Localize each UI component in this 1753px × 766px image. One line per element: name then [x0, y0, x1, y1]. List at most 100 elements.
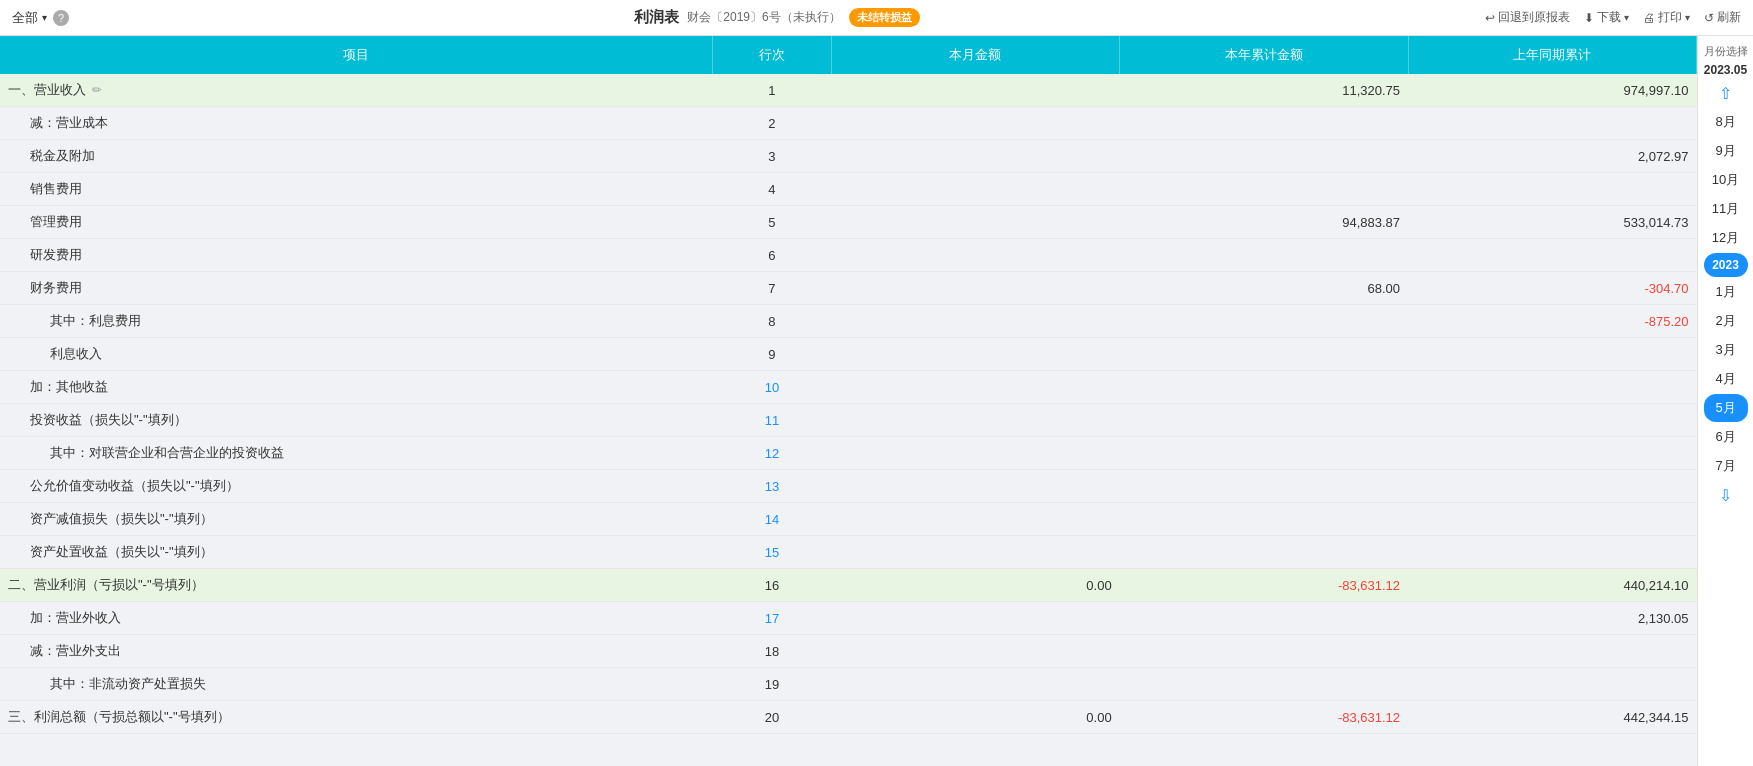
month-item-11[interactable]: 11月	[1704, 195, 1748, 223]
row-item-0: 一、营业收入✏	[0, 74, 713, 107]
scope-select[interactable]: 全部 ▾	[12, 9, 47, 27]
row-item-16: 加：营业外收入	[0, 602, 713, 635]
row-item-8: 利息收入	[0, 338, 713, 371]
col-item-header: 项目	[0, 36, 713, 74]
download-icon: ⬇	[1584, 11, 1594, 25]
row-year-8	[1120, 338, 1408, 371]
row-item-2: 税金及附加	[0, 140, 713, 173]
edit-icon-0[interactable]: ✏	[92, 83, 102, 97]
month-panel-year: 2023.05	[1704, 61, 1747, 79]
row-item-4: 管理费用	[0, 206, 713, 239]
row-month-15: 0.00	[831, 569, 1119, 602]
row-month-5	[831, 239, 1119, 272]
row-month-10	[831, 404, 1119, 437]
row-year-15: -83,631.12	[1120, 569, 1408, 602]
top-bar-left: 全部 ▾ ?	[12, 9, 69, 27]
row-month-1	[831, 107, 1119, 140]
row-year-4: 94,883.87	[1120, 206, 1408, 239]
help-icon[interactable]: ?	[53, 10, 69, 26]
row-num-10[interactable]: 11	[713, 404, 832, 437]
row-month-18	[831, 668, 1119, 701]
row-num-9[interactable]: 10	[713, 371, 832, 404]
row-item-7: 其中：利息费用	[0, 305, 713, 338]
row-item-5: 研发费用	[0, 239, 713, 272]
row-prev-8	[1408, 338, 1696, 371]
row-prev-2: 2,072.97	[1408, 140, 1696, 173]
row-year-12	[1120, 470, 1408, 503]
unpost-badge: 未结转损益	[849, 8, 920, 27]
download-button[interactable]: ⬇ 下载 ▾	[1584, 9, 1629, 26]
month-item-9[interactable]: 9月	[1704, 137, 1748, 165]
row-num-2: 3	[713, 140, 832, 173]
row-prev-14	[1408, 536, 1696, 569]
row-month-17	[831, 635, 1119, 668]
row-num-6: 7	[713, 272, 832, 305]
row-num-4: 5	[713, 206, 832, 239]
row-prev-11	[1408, 437, 1696, 470]
row-month-6	[831, 272, 1119, 305]
row-prev-5	[1408, 239, 1696, 272]
row-prev-15: 440,214.10	[1408, 569, 1696, 602]
row-month-13	[831, 503, 1119, 536]
row-year-5	[1120, 239, 1408, 272]
row-year-19: -83,631.12	[1120, 701, 1408, 734]
row-num-11[interactable]: 12	[713, 437, 832, 470]
row-item-12: 公允价值变动收益（损失以"-"填列）	[0, 470, 713, 503]
row-num-19: 20	[713, 701, 832, 734]
row-month-4	[831, 206, 1119, 239]
month-item-7[interactable]: 7月	[1704, 452, 1748, 480]
back-button[interactable]: ↩ 回退到原报表	[1485, 9, 1570, 26]
row-num-13[interactable]: 14	[713, 503, 832, 536]
row-num-12[interactable]: 13	[713, 470, 832, 503]
print-chevron-icon: ▾	[1685, 12, 1690, 23]
download-chevron-icon: ▾	[1624, 12, 1629, 23]
row-year-1	[1120, 107, 1408, 140]
row-year-14	[1120, 536, 1408, 569]
month-item-year[interactable]: 2023	[1704, 253, 1748, 277]
doc-info: 财会〔2019〕6号（未执行）	[687, 9, 840, 26]
month-item-8[interactable]: 8月	[1704, 108, 1748, 136]
month-nav-up[interactable]: ⇧	[1714, 81, 1738, 105]
row-prev-13	[1408, 503, 1696, 536]
month-item-2[interactable]: 2月	[1704, 307, 1748, 335]
month-item-1[interactable]: 1月	[1704, 278, 1748, 306]
month-panel-title: 月份选择	[1704, 40, 1748, 61]
row-item-6: 财务费用	[0, 272, 713, 305]
chevron-down-icon: ▾	[42, 12, 47, 23]
main-wrapper: 项目 行次 本月金额 本年累计金额 上年同期累计 一、营业收入✏111,320.…	[0, 36, 1753, 766]
row-num-18: 19	[713, 668, 832, 701]
row-num-8: 9	[713, 338, 832, 371]
row-year-16	[1120, 602, 1408, 635]
row-item-9: 加：其他收益	[0, 371, 713, 404]
refresh-button[interactable]: ↺ 刷新	[1704, 9, 1741, 26]
row-num-16[interactable]: 17	[713, 602, 832, 635]
download-label: 下载	[1597, 9, 1621, 26]
top-bar-center: 利润表 财会〔2019〕6号（未执行） 未结转损益	[634, 8, 919, 27]
row-num-14[interactable]: 15	[713, 536, 832, 569]
row-month-2	[831, 140, 1119, 173]
row-year-3	[1120, 173, 1408, 206]
row-year-2	[1120, 140, 1408, 173]
month-item-12[interactable]: 12月	[1704, 224, 1748, 252]
row-prev-1	[1408, 107, 1696, 140]
month-item-4[interactable]: 4月	[1704, 365, 1748, 393]
print-button[interactable]: 🖨 打印 ▾	[1643, 9, 1690, 26]
row-month-7	[831, 305, 1119, 338]
row-prev-4: 533,014.73	[1408, 206, 1696, 239]
month-item-6[interactable]: 6月	[1704, 423, 1748, 451]
row-month-16	[831, 602, 1119, 635]
row-item-18: 其中：非流动资产处置损失	[0, 668, 713, 701]
month-item-10[interactable]: 10月	[1704, 166, 1748, 194]
print-icon: 🖨	[1643, 11, 1655, 25]
row-item-13: 资产减值损失（损失以"-"填列）	[0, 503, 713, 536]
row-month-9	[831, 371, 1119, 404]
row-item-3: 销售费用	[0, 173, 713, 206]
month-item-3[interactable]: 3月	[1704, 336, 1748, 364]
row-num-17: 18	[713, 635, 832, 668]
row-prev-9	[1408, 371, 1696, 404]
row-num-0: 1	[713, 74, 832, 107]
month-nav-down[interactable]: ⇩	[1714, 483, 1738, 507]
month-item-5[interactable]: 5月	[1704, 394, 1748, 422]
row-item-15: 二、营业利润（亏损以"-"号填列）	[0, 569, 713, 602]
row-month-3	[831, 173, 1119, 206]
